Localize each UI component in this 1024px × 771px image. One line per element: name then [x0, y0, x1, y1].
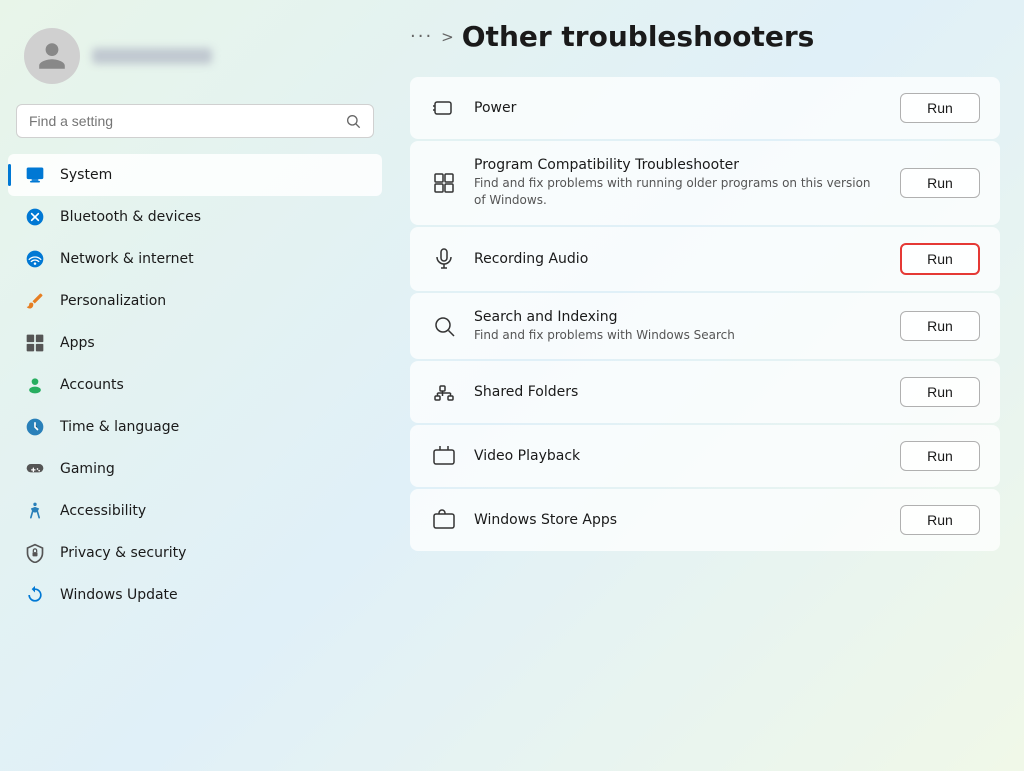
sidebar-item-network[interactable]: Network & internet: [8, 238, 382, 280]
search-indexing-desc: Find and fix problems with Windows Searc…: [474, 327, 884, 344]
sidebar-item-label: Personalization: [60, 293, 166, 309]
program-compat-desc: Find and fix problems with running older…: [474, 175, 884, 209]
video-playback-text: Video Playback: [474, 448, 884, 464]
accounts-icon: [24, 374, 46, 396]
recording-audio-text: Recording Audio: [474, 251, 884, 267]
bluetooth-icon: [24, 206, 46, 228]
shared-folders-icon: [430, 378, 458, 406]
sidebar-item-gaming[interactable]: Gaming: [8, 448, 382, 490]
video-playback-title: Video Playback: [474, 448, 884, 464]
breadcrumb: ··· > Other troubleshooters: [410, 20, 1000, 53]
troubleshooter-video-playback: Video Playback Run: [410, 425, 1000, 487]
search-icon: [345, 113, 361, 129]
search-indexing-title: Search and Indexing: [474, 309, 884, 325]
sidebar: System Bluetooth & devices Network & int…: [0, 0, 390, 771]
program-compat-text: Program Compatibility Troubleshooter Fin…: [474, 157, 884, 209]
program-compat-run-button[interactable]: Run: [900, 168, 980, 198]
search-indexing-run-button[interactable]: Run: [900, 311, 980, 341]
search-indexing-icon: [430, 312, 458, 340]
user-icon: [36, 40, 68, 72]
shared-folders-run-button[interactable]: Run: [900, 377, 980, 407]
program-compat-icon: [430, 169, 458, 197]
brush-icon: [24, 290, 46, 312]
sidebar-item-privacy[interactable]: Privacy & security: [8, 532, 382, 574]
sidebar-item-label: Windows Update: [60, 587, 178, 603]
sidebar-item-bluetooth[interactable]: Bluetooth & devices: [8, 196, 382, 238]
sidebar-item-label: Network & internet: [60, 251, 194, 267]
sidebar-item-accounts[interactable]: Accounts: [8, 364, 382, 406]
sidebar-item-update[interactable]: Windows Update: [8, 574, 382, 616]
troubleshooter-list: Power Run Program Compatibility Troubles…: [410, 77, 1000, 551]
avatar: [24, 28, 80, 84]
user-section: [8, 16, 382, 104]
power-title: Power: [474, 100, 884, 116]
troubleshooter-power: Power Run: [410, 77, 1000, 139]
program-compat-title: Program Compatibility Troubleshooter: [474, 157, 884, 173]
breadcrumb-chevron: >: [441, 28, 454, 46]
video-playback-icon: [430, 442, 458, 470]
search-input[interactable]: [29, 113, 337, 129]
troubleshooter-windows-store: Windows Store Apps Run: [410, 489, 1000, 551]
sidebar-item-label: System: [60, 167, 112, 183]
sidebar-item-label: Accounts: [60, 377, 124, 393]
recording-audio-title: Recording Audio: [474, 251, 884, 267]
troubleshooter-recording-audio: Recording Audio Run: [410, 227, 1000, 291]
sidebar-item-label: Bluetooth & devices: [60, 209, 201, 225]
recording-audio-run-button[interactable]: Run: [900, 243, 980, 275]
sidebar-item-time[interactable]: Time & language: [8, 406, 382, 448]
troubleshooter-program-compatibility: Program Compatibility Troubleshooter Fin…: [410, 141, 1000, 225]
sidebar-item-label: Time & language: [60, 419, 179, 435]
troubleshooter-shared-folders: Shared Folders Run: [410, 361, 1000, 423]
accessibility-icon: [24, 500, 46, 522]
windows-store-run-button[interactable]: Run: [900, 505, 980, 535]
sidebar-item-label: Accessibility: [60, 503, 146, 519]
main-content: ··· > Other troubleshooters Power Run: [390, 0, 1024, 771]
sidebar-item-system[interactable]: System: [8, 154, 382, 196]
sidebar-item-accessibility[interactable]: Accessibility: [8, 490, 382, 532]
gaming-icon: [24, 458, 46, 480]
sidebar-item-label: Privacy & security: [60, 545, 186, 561]
power-run-button[interactable]: Run: [900, 93, 980, 123]
shared-folders-text: Shared Folders: [474, 384, 884, 400]
privacy-icon: [24, 542, 46, 564]
sidebar-item-label: Gaming: [60, 461, 115, 477]
apps-icon: [24, 332, 46, 354]
search-box[interactable]: [16, 104, 374, 138]
troubleshooter-search-indexing: Search and Indexing Find and fix problem…: [410, 293, 1000, 360]
wifi-icon: [24, 248, 46, 270]
video-playback-run-button[interactable]: Run: [900, 441, 980, 471]
user-name: [92, 48, 212, 64]
sidebar-item-label: Apps: [60, 335, 95, 351]
recording-audio-icon: [430, 245, 458, 273]
breadcrumb-dots: ···: [410, 26, 433, 47]
power-icon: [430, 94, 458, 122]
sidebar-item-apps[interactable]: Apps: [8, 322, 382, 364]
update-icon: [24, 584, 46, 606]
page-title: Other troubleshooters: [462, 20, 815, 53]
windows-store-text: Windows Store Apps: [474, 512, 884, 528]
power-text: Power: [474, 100, 884, 116]
windows-store-icon: [430, 506, 458, 534]
monitor-icon: [24, 164, 46, 186]
time-icon: [24, 416, 46, 438]
windows-store-title: Windows Store Apps: [474, 512, 884, 528]
search-indexing-text: Search and Indexing Find and fix problem…: [474, 309, 884, 344]
sidebar-item-personalization[interactable]: Personalization: [8, 280, 382, 322]
shared-folders-title: Shared Folders: [474, 384, 884, 400]
